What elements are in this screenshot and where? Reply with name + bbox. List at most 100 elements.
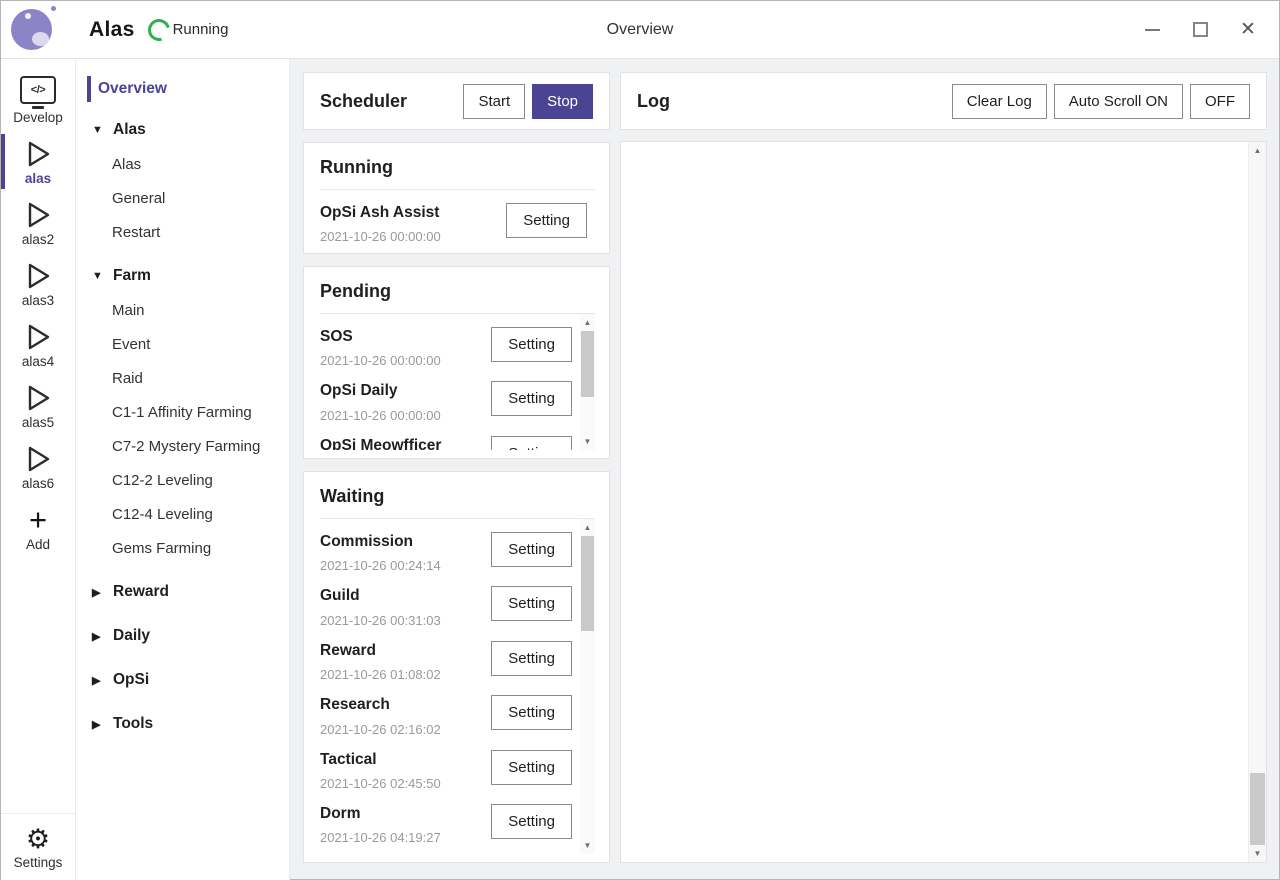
task-setting-button[interactable]: Setting <box>491 436 572 450</box>
rail-item-instance[interactable]: alas6 <box>1 436 75 497</box>
log-column: Log Clear Log Auto Scroll ON OFF ▲ ▼ <box>620 72 1267 863</box>
nav-item[interactable]: Main <box>76 293 289 327</box>
task-setting-button[interactable]: Setting <box>491 641 572 676</box>
maximize-icon <box>1193 22 1208 37</box>
task-name: OpSi Meowfficer Farming <box>320 436 485 450</box>
task-name: Commission <box>320 532 441 551</box>
autoscroll-on-button[interactable]: Auto Scroll ON <box>1054 84 1183 119</box>
scrollbar-thumb[interactable] <box>1250 773 1265 845</box>
task-name: Dorm <box>320 804 441 823</box>
rail-item-instance[interactable]: alas5 <box>1 375 75 436</box>
running-spinner-icon <box>144 14 174 44</box>
rail-item-instance[interactable]: alas4 <box>1 314 75 375</box>
nav-item[interactable]: Gems Farming <box>76 531 289 565</box>
maximize-button[interactable] <box>1191 21 1209 39</box>
nav-item[interactable]: ▶ Tools <box>76 707 289 741</box>
pending-scrollbar[interactable]: ▲ ▼ <box>580 314 595 450</box>
clear-log-button[interactable]: Clear Log <box>952 84 1047 119</box>
rail-item-settings[interactable]: ⚙ Settings <box>1 813 75 880</box>
task-row: SOS 2021-10-26 00:00:00 Setting <box>320 327 572 368</box>
task-setting-button[interactable]: Setting <box>491 695 572 730</box>
rail-item-add[interactable]: + Add <box>1 497 75 558</box>
play-icon <box>23 199 53 231</box>
scrollbar-thumb[interactable] <box>581 331 594 397</box>
minimize-icon <box>1145 29 1160 31</box>
nav-item[interactable]: Raid <box>76 361 289 395</box>
task-setting-button[interactable]: Setting <box>491 327 572 362</box>
running-task-list: OpSi Ash Assist 2021-10-26 00:00:00 Sett… <box>320 190 595 245</box>
rail-item-instance[interactable]: alas <box>1 131 75 192</box>
chevron-icon: ▼ <box>92 124 104 136</box>
nav-item[interactable]: ▼ Alas <box>76 113 289 147</box>
nav-item[interactable]: C12-4 Leveling <box>76 497 289 531</box>
nav-item[interactable]: Restart <box>76 215 289 249</box>
scroll-up-icon[interactable]: ▲ <box>580 318 595 327</box>
scheduler-panel: Scheduler Start Stop <box>303 72 610 130</box>
plus-icon: + <box>29 504 47 536</box>
close-button[interactable]: ✕ <box>1239 21 1257 39</box>
close-icon: ✕ <box>1240 20 1256 39</box>
waiting-scrollbar[interactable]: ▲ ▼ <box>580 519 595 854</box>
app-title: Alas <box>89 18 135 42</box>
scroll-down-icon[interactable]: ▼ <box>1249 849 1266 858</box>
task-row: OpSi Ash Assist 2021-10-26 00:00:00 Sett… <box>320 203 587 244</box>
waiting-title: Waiting <box>320 484 595 519</box>
scroll-down-icon[interactable]: ▼ <box>580 841 595 850</box>
nav-item[interactable]: Alas <box>76 147 289 181</box>
waiting-task-list: Commission 2021-10-26 00:24:14 Setting G… <box>320 519 580 854</box>
task-setting-button[interactable]: Setting <box>491 750 572 785</box>
task-row: Reward 2021-10-26 01:08:02 Setting <box>320 641 572 682</box>
autoscroll-off-button[interactable]: OFF <box>1190 84 1250 119</box>
rail-item-instance[interactable]: alas3 <box>1 253 75 314</box>
minimize-button[interactable] <box>1143 21 1161 39</box>
nav-item[interactable]: ▼ Farm <box>76 259 289 293</box>
window-controls: ✕ <box>1143 1 1257 58</box>
task-setting-button[interactable]: Setting <box>506 203 587 238</box>
chevron-icon: ▶ <box>92 630 104 643</box>
log-viewport <box>621 142 1248 862</box>
log-scrollbar[interactable]: ▲ ▼ <box>1248 142 1266 862</box>
log-output-panel: ▲ ▼ <box>620 141 1267 863</box>
nav-item[interactable]: C7-2 Mystery Farming <box>76 429 289 463</box>
play-icon <box>23 138 53 170</box>
nav-item[interactable]: C12-2 Leveling <box>76 463 289 497</box>
task-next-run-time: 2021-10-26 02:16:02 <box>320 722 441 737</box>
task-next-run-time: 2021-10-26 00:00:00 <box>320 229 441 244</box>
start-button[interactable]: Start <box>463 84 525 119</box>
task-next-run-time: 2021-10-26 00:24:14 <box>320 558 441 573</box>
nav-item[interactable]: ▶ Reward <box>76 575 289 609</box>
scroll-up-icon[interactable]: ▲ <box>1249 146 1266 155</box>
task-row: OpSi Meowfficer Farming Setting <box>320 436 572 450</box>
nav-sidebar: Overview ▼ Alas Alas General Restart ▼ F… <box>76 59 290 880</box>
scroll-up-icon[interactable]: ▲ <box>580 523 595 532</box>
develop-monitor-icon: </> <box>20 76 56 104</box>
task-setting-button[interactable]: Setting <box>491 586 572 621</box>
nav-item[interactable]: Event <box>76 327 289 361</box>
chevron-icon: ▼ <box>92 270 104 282</box>
stop-button[interactable]: Stop <box>532 84 593 119</box>
pending-task-list: SOS 2021-10-26 00:00:00 Setting OpSi Dai… <box>320 314 580 450</box>
scheduler-column: Scheduler Start Stop Running OpSi Ash As… <box>303 72 610 863</box>
play-icon <box>23 260 53 292</box>
nav-item[interactable]: ▶ Daily <box>76 619 289 653</box>
nav-item[interactable]: General <box>76 181 289 215</box>
gear-icon: ⚙ <box>26 825 50 854</box>
play-icon <box>23 443 53 475</box>
instance-rail: </> Develop alas alas2 <box>1 59 76 880</box>
task-name: SOS <box>320 327 441 346</box>
scheduler-status: Running <box>148 19 229 41</box>
task-setting-button[interactable]: Setting <box>491 381 572 416</box>
nav-item[interactable]: C1-1 Affinity Farming <box>76 395 289 429</box>
task-name: Tactical <box>320 750 441 769</box>
status-label: Running <box>173 21 229 38</box>
rail-item-instance[interactable]: alas2 <box>1 192 75 253</box>
nav-item-overview[interactable]: Overview <box>76 75 289 103</box>
scroll-down-icon[interactable]: ▼ <box>580 437 595 446</box>
chevron-icon: ▶ <box>92 586 104 599</box>
log-panel-header: Log Clear Log Auto Scroll ON OFF <box>620 72 1267 130</box>
rail-item-develop[interactable]: </> Develop <box>1 69 75 131</box>
nav-item[interactable]: ▶ OpSi <box>76 663 289 697</box>
task-setting-button[interactable]: Setting <box>491 532 572 567</box>
scrollbar-thumb[interactable] <box>581 536 594 631</box>
task-setting-button[interactable]: Setting <box>491 804 572 839</box>
